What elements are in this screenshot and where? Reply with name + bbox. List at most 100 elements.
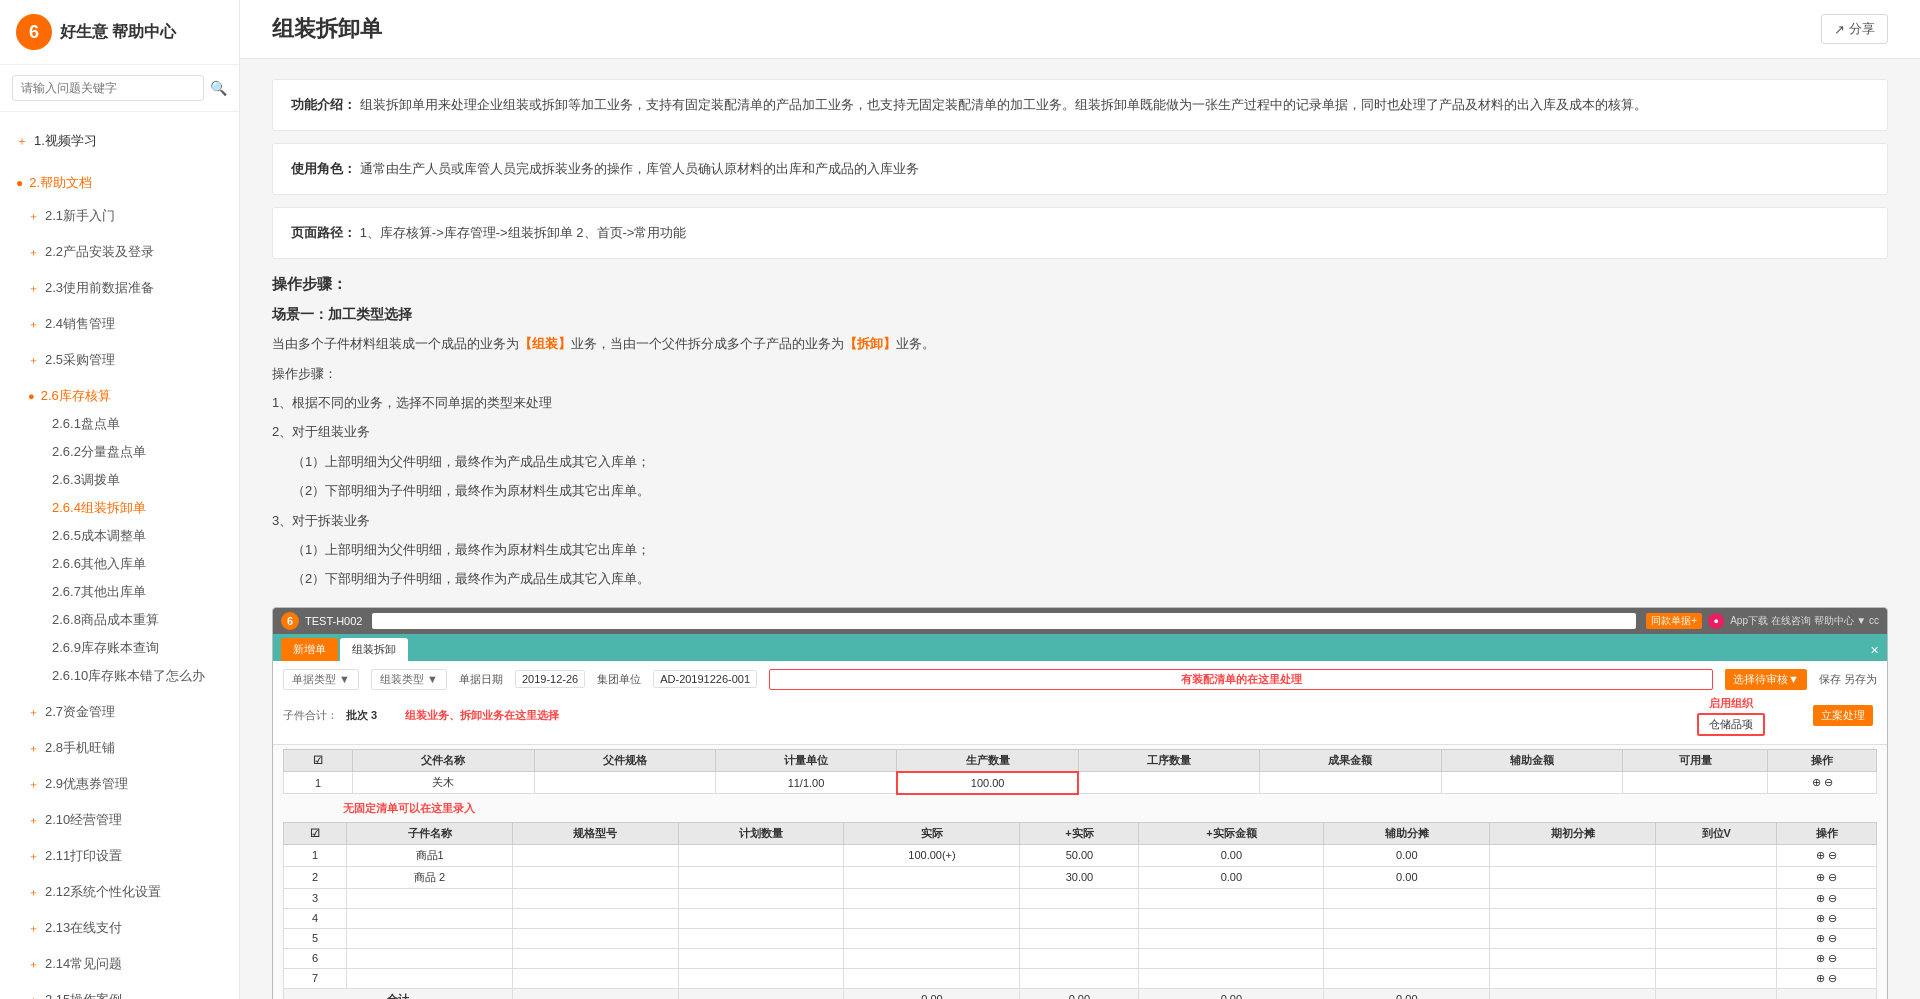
screenshot-storage-type[interactable]: 组装类型 ▼	[371, 669, 447, 690]
screenshot-th2-spec: 规格型号	[513, 822, 679, 844]
screenshot-td2-2-aux: 0.00	[1324, 866, 1490, 888]
screenshot-annotation4: 无固定清单可以在这里录入	[343, 801, 475, 816]
screenshot-th2-ops: 操作	[1777, 822, 1877, 844]
screenshot-doc-type[interactable]: 单据类型 ▼	[283, 669, 359, 690]
screenshot-td2-2-name: 商品 2	[347, 866, 513, 888]
fake-screenshot: 6 TEST-H002 同款单据+ ● App下载 在线咨询 帮助中心 ▼ cc…	[272, 607, 1888, 999]
content-area: 功能介绍： 组装拆卸单用来处理企业组装或拆卸等加工业务，支持有固定装配清单的产品…	[240, 59, 1920, 999]
screenshot-th2-actual: 实际	[844, 822, 1020, 844]
sidebar: 6 好生意 帮助中心 🔍 ＋ 1.视频学习 ● 2.帮助文档 ＋	[0, 0, 240, 999]
sidebar-item-215[interactable]: ＋ 2.15操作案例	[0, 986, 239, 999]
table-row: 6⊕ ⊖	[284, 948, 1877, 968]
sidebar-label-26: 2.6库存核算	[41, 387, 111, 405]
sidebar-item-28[interactable]: ＋ 2.8手机旺铺	[0, 734, 239, 762]
sidebar-item-27[interactable]: ＋ 2.7资金管理	[0, 698, 239, 726]
sidebar-item-213[interactable]: ＋ 2.13在线支付	[0, 914, 239, 942]
screenshot-tab-new[interactable]: 新增单	[281, 638, 338, 661]
sidebar-item-263[interactable]: 2.6.3调拨单	[16, 466, 239, 494]
screenshot-th2-child-name: 子件名称	[347, 822, 513, 844]
nav-sub-section-210: ＋ 2.10经营管理	[0, 802, 239, 838]
share-icon: ↗	[1834, 22, 1845, 37]
sidebar-label-29: 2.9优惠券管理	[45, 775, 128, 793]
sidebar-item-212[interactable]: ＋ 2.12系统个性化设置	[0, 878, 239, 906]
sidebar-item-24[interactable]: ＋ 2.4销售管理	[0, 310, 239, 338]
screenshot-td-check: 1	[284, 772, 353, 794]
sidebar-item-269[interactable]: 2.6.9库存账本查询	[16, 634, 239, 662]
sidebar-item-23[interactable]: ＋ 2.3使用前数据准备	[0, 274, 239, 302]
search-box: 🔍	[0, 65, 239, 112]
screenshot-td-process-qty	[1078, 772, 1259, 794]
sidebar-item-267[interactable]: 2.6.7其他出库单	[16, 578, 239, 606]
sidebar-item-video[interactable]: ＋ 1.视频学习	[0, 126, 239, 156]
sidebar-label-video: 1.视频学习	[34, 132, 97, 150]
sidebar-item-266[interactable]: 2.6.6其他入库单	[16, 550, 239, 578]
ops-title: 操作步骤：	[272, 275, 1888, 294]
sidebar-item-26[interactable]: ● 2.6库存核算	[0, 382, 239, 410]
plus-icon-213: ＋	[28, 921, 39, 936]
screenshot-btn-new[interactable]: 同款单据+	[1646, 613, 1702, 629]
sidebar-item-21[interactable]: ＋ 2.1新手入门	[0, 202, 239, 230]
sidebar-item-210[interactable]: ＋ 2.10经营管理	[0, 806, 239, 834]
sidebar-label-23: 2.3使用前数据准备	[45, 279, 154, 297]
screenshot-td2-1-ops: ⊕ ⊖	[1777, 844, 1877, 866]
feature-intro-block: 功能介绍： 组装拆卸单用来处理企业组装或拆卸等加工业务，支持有固定装配清单的产品…	[272, 79, 1888, 131]
screenshot-sub-count: 批次 3	[346, 708, 377, 723]
sidebar-item-25[interactable]: ＋ 2.5采购管理	[0, 346, 239, 374]
sidebar-item-22[interactable]: ＋ 2.2产品安装及登录	[0, 238, 239, 266]
table-row: 1 关木 11/1.00 100.00 ⊕ ⊖	[284, 772, 1877, 794]
share-button[interactable]: ↗ 分享	[1821, 14, 1888, 44]
sidebar-item-265[interactable]: 2.6.5成本调整单	[16, 522, 239, 550]
screenshot-proc-btn[interactable]: 立案处理	[1813, 705, 1873, 726]
nav-sub-section-26: ● 2.6库存核算 2.6.1盘点单 2.6.2分量盘点单 2.6.3调拨单 2…	[0, 378, 239, 694]
screenshot-td2-2-init	[1490, 866, 1656, 888]
scene1-title: 场景一：加工类型选择	[272, 306, 1888, 324]
screenshot-footer-c7	[1490, 988, 1656, 999]
path-label: 页面路径：	[291, 225, 356, 240]
table-row: 7⊕ ⊖	[284, 968, 1877, 988]
screenshot-footer-c5: 0.00	[1139, 988, 1324, 999]
screenshot-td2-2-arrive	[1655, 866, 1777, 888]
sidebar-label-210: 2.10经营管理	[45, 811, 122, 829]
step-2-2: （2）下部明细为子件明细，最终作为原材料生成其它出库单。	[272, 479, 1888, 502]
screenshot-header-title: TEST-H002	[305, 615, 362, 627]
page-title: 组装拆卸单	[272, 14, 382, 44]
sidebar-label-21: 2.1新手入门	[45, 207, 115, 225]
sidebar-item-2610[interactable]: 2.6.10库存账本错了怎么办	[16, 662, 239, 690]
sidebar-item-214[interactable]: ＋ 2.14常见问题	[0, 950, 239, 978]
role-text: 通常由生产人员或库管人员完成拆装业务的操作，库管人员确认原材料的出库和产成品的入…	[360, 161, 919, 176]
scene1-desc: 当由多个子件材料组装成一个成品的业务为【组装】业务，当由一个父件拆分成多个子产品…	[272, 332, 1888, 355]
sidebar-item-docs[interactable]: ● 2.帮助文档	[0, 168, 239, 198]
search-icon[interactable]: 🔍	[210, 80, 227, 96]
plus-icon-211: ＋	[28, 849, 39, 864]
screenshot-td-aux-amt	[1441, 772, 1622, 794]
sidebar-label-22: 2.2产品安装及登录	[45, 243, 154, 261]
screenshot-table1: ☑ 父件名称 父件规格 计量单位 生产数量 工序数量 成果金额 辅助金额 可用量…	[283, 749, 1877, 795]
sidebar-label-212: 2.12系统个性化设置	[45, 883, 161, 901]
screenshot-footer-c4: 0.00	[1020, 988, 1139, 999]
screenshot-td2-2-actual	[844, 866, 1020, 888]
nav-sub-section-28: ＋ 2.8手机旺铺	[0, 730, 239, 766]
sidebar-item-261[interactable]: 2.6.1盘点单	[16, 410, 239, 438]
sidebar-item-211[interactable]: ＋ 2.11打印设置	[0, 842, 239, 870]
screenshot-th2-aux-alloc: 辅助分摊	[1324, 822, 1490, 844]
plus-icon-214: ＋	[28, 957, 39, 972]
sidebar-item-29[interactable]: ＋ 2.9优惠券管理	[0, 770, 239, 798]
screenshot-td2-1-name: 商品1	[347, 844, 513, 866]
screenshot-annotation1: 有装配清单的在这里处理	[769, 669, 1713, 690]
screenshot-td2-1-aux: 0.00	[1324, 844, 1490, 866]
screenshot-close-icon[interactable]: ✕	[1870, 644, 1879, 661]
nav-sub-section-214: ＋ 2.14常见问题	[0, 946, 239, 982]
screenshot-th-result-amt: 成果金额	[1260, 749, 1441, 772]
search-input[interactable]	[12, 75, 204, 101]
screenshot-td-qty: 100.00	[897, 772, 1078, 794]
screenshot-confirm-btn[interactable]: 选择待审核▼	[1725, 669, 1807, 690]
screenshot-org-input[interactable]: 仓储品项	[1697, 713, 1765, 736]
screenshot-th-parent-spec: 父件规格	[534, 749, 715, 772]
sidebar-item-262[interactable]: 2.6.2分量盘点单	[16, 438, 239, 466]
sidebar-item-264[interactable]: 2.6.4组装拆卸单	[16, 494, 239, 522]
screenshot-tab-assembly[interactable]: 组装拆卸	[340, 638, 408, 661]
screenshot-td-result-amt	[1260, 772, 1441, 794]
nav-sub-section-24: ＋ 2.4销售管理	[0, 306, 239, 342]
role-block: 使用角色： 通常由生产人员或库管人员完成拆装业务的操作，库管人员确认原材料的出库…	[272, 143, 1888, 195]
sidebar-item-268[interactable]: 2.6.8商品成本重算	[16, 606, 239, 634]
